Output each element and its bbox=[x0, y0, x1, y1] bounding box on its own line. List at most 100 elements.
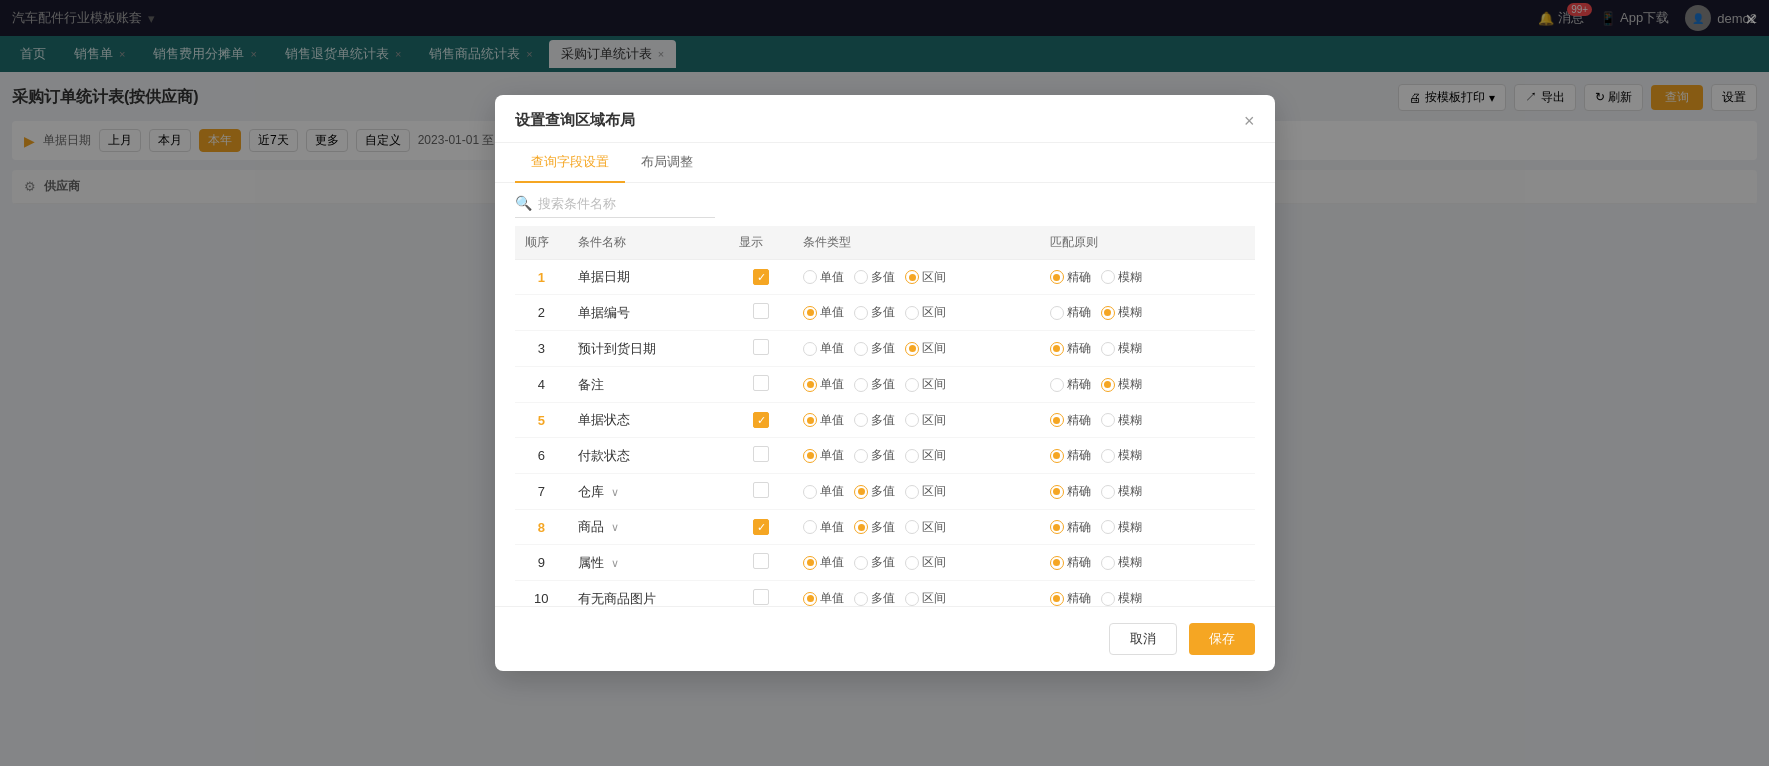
type-radio-multi[interactable]: 多值 bbox=[854, 519, 895, 536]
config-table-wrapper: 顺序 条件名称 显示 条件类型 匹配原则 1单据日期单值多值区间精确模糊2单据编… bbox=[495, 226, 1275, 606]
type-radio-range[interactable]: 区间 bbox=[905, 554, 946, 571]
cell-type: 单值多值区间 bbox=[793, 474, 1040, 510]
match-radio-fuzzy[interactable]: 模糊 bbox=[1101, 519, 1142, 536]
type-radio-multi[interactable]: 多值 bbox=[854, 376, 895, 393]
radio-btn-icon bbox=[1050, 592, 1064, 606]
type-radio-single[interactable]: 单值 bbox=[803, 376, 844, 393]
type-radio-single[interactable]: 单值 bbox=[803, 269, 844, 286]
type-radio-range[interactable]: 区间 bbox=[905, 483, 946, 500]
type-radio-range[interactable]: 区间 bbox=[905, 304, 946, 321]
radio-btn-icon bbox=[1050, 378, 1064, 392]
show-checkbox[interactable] bbox=[753, 589, 769, 605]
type-radio-multi[interactable]: 多值 bbox=[854, 590, 895, 606]
match-radio-exact[interactable]: 精确 bbox=[1050, 519, 1091, 536]
show-checkbox[interactable] bbox=[753, 339, 769, 355]
match-radio-fuzzy[interactable]: 模糊 bbox=[1101, 447, 1142, 464]
match-radio-exact[interactable]: 精确 bbox=[1050, 376, 1091, 393]
type-radio-multi[interactable]: 多值 bbox=[854, 340, 895, 357]
cell-show[interactable] bbox=[729, 438, 793, 474]
match-radio-exact[interactable]: 精确 bbox=[1050, 554, 1091, 571]
type-radio-single[interactable]: 单值 bbox=[803, 447, 844, 464]
type-radio-single[interactable]: 单值 bbox=[803, 590, 844, 606]
type-radio-range[interactable]: 区间 bbox=[905, 519, 946, 536]
modal-tab-query-fields[interactable]: 查询字段设置 bbox=[515, 143, 625, 183]
cell-show[interactable] bbox=[729, 260, 793, 295]
cell-show[interactable] bbox=[729, 545, 793, 581]
cell-show[interactable] bbox=[729, 403, 793, 438]
top-close-button[interactable]: × bbox=[1745, 8, 1757, 31]
radio-btn-icon bbox=[1101, 378, 1115, 392]
match-radio-exact[interactable]: 精确 bbox=[1050, 412, 1091, 429]
search-icon: 🔍 bbox=[515, 195, 532, 211]
match-radio-exact[interactable]: 精确 bbox=[1050, 340, 1091, 357]
cell-order: 7 bbox=[515, 474, 569, 510]
type-radio-multi[interactable]: 多值 bbox=[854, 304, 895, 321]
match-radio-exact[interactable]: 精确 bbox=[1050, 447, 1091, 464]
save-button[interactable]: 保存 bbox=[1189, 623, 1255, 655]
show-checkbox[interactable] bbox=[753, 482, 769, 498]
cell-match: 精确模糊 bbox=[1040, 581, 1255, 607]
cell-type: 单值多值区间 bbox=[793, 260, 1040, 295]
cell-show[interactable] bbox=[729, 295, 793, 331]
match-radio-fuzzy[interactable]: 模糊 bbox=[1101, 376, 1142, 393]
type-radio-multi[interactable]: 多值 bbox=[854, 554, 895, 571]
cell-match: 精确模糊 bbox=[1040, 510, 1255, 545]
cell-name: 仓库 ∨ bbox=[568, 474, 729, 510]
match-radio-fuzzy[interactable]: 模糊 bbox=[1101, 590, 1142, 606]
match-radio-fuzzy[interactable]: 模糊 bbox=[1101, 269, 1142, 286]
match-radio-fuzzy[interactable]: 模糊 bbox=[1101, 554, 1142, 571]
modal-close-button[interactable]: × bbox=[1244, 112, 1255, 130]
show-checkbox[interactable] bbox=[753, 446, 769, 462]
radio-btn-icon bbox=[1050, 413, 1064, 427]
cell-show[interactable] bbox=[729, 367, 793, 403]
type-radio-single[interactable]: 单值 bbox=[803, 554, 844, 571]
match-radio-fuzzy[interactable]: 模糊 bbox=[1101, 483, 1142, 500]
cell-show[interactable] bbox=[729, 581, 793, 607]
type-radio-single[interactable]: 单值 bbox=[803, 519, 844, 536]
match-radio-fuzzy[interactable]: 模糊 bbox=[1101, 412, 1142, 429]
cell-show[interactable] bbox=[729, 331, 793, 367]
show-checkbox[interactable] bbox=[753, 553, 769, 569]
type-radio-range[interactable]: 区间 bbox=[905, 412, 946, 429]
type-radio-range[interactable]: 区间 bbox=[905, 340, 946, 357]
radio-btn-icon bbox=[803, 592, 817, 606]
show-checkbox[interactable] bbox=[753, 303, 769, 319]
type-radio-range[interactable]: 区间 bbox=[905, 590, 946, 606]
modal-title: 设置查询区域布局 bbox=[515, 111, 635, 130]
cell-show[interactable] bbox=[729, 510, 793, 545]
type-radio-multi[interactable]: 多值 bbox=[854, 483, 895, 500]
th-name: 条件名称 bbox=[568, 226, 729, 260]
match-radio-exact[interactable]: 精确 bbox=[1050, 590, 1091, 606]
match-radio-exact[interactable]: 精确 bbox=[1050, 304, 1091, 321]
type-radio-range[interactable]: 区间 bbox=[905, 269, 946, 286]
type-radio-multi[interactable]: 多值 bbox=[854, 269, 895, 286]
cell-order: 1 bbox=[515, 260, 569, 295]
type-radio-multi[interactable]: 多值 bbox=[854, 412, 895, 429]
show-checkbox[interactable] bbox=[753, 269, 769, 285]
type-radio-range[interactable]: 区间 bbox=[905, 376, 946, 393]
show-checkbox[interactable] bbox=[753, 375, 769, 391]
table-row: 1单据日期单值多值区间精确模糊 bbox=[515, 260, 1255, 295]
cell-order: 8 bbox=[515, 510, 569, 545]
cancel-button[interactable]: 取消 bbox=[1109, 623, 1177, 655]
cell-name: 商品 ∨ bbox=[568, 510, 729, 545]
radio-btn-icon bbox=[803, 342, 817, 356]
search-input[interactable] bbox=[538, 196, 698, 211]
cell-type: 单值多值区间 bbox=[793, 438, 1040, 474]
radio-btn-icon bbox=[803, 378, 817, 392]
show-checkbox[interactable] bbox=[753, 519, 769, 535]
show-checkbox[interactable] bbox=[753, 412, 769, 428]
match-radio-exact[interactable]: 精确 bbox=[1050, 269, 1091, 286]
type-radio-single[interactable]: 单值 bbox=[803, 340, 844, 357]
match-radio-exact[interactable]: 精确 bbox=[1050, 483, 1091, 500]
type-radio-single[interactable]: 单值 bbox=[803, 483, 844, 500]
match-radio-fuzzy[interactable]: 模糊 bbox=[1101, 340, 1142, 357]
modal-header: 设置查询区域布局 × bbox=[495, 95, 1275, 143]
type-radio-range[interactable]: 区间 bbox=[905, 447, 946, 464]
match-radio-fuzzy[interactable]: 模糊 bbox=[1101, 304, 1142, 321]
type-radio-multi[interactable]: 多值 bbox=[854, 447, 895, 464]
cell-show[interactable] bbox=[729, 474, 793, 510]
modal-tab-layout[interactable]: 布局调整 bbox=[625, 143, 709, 183]
type-radio-single[interactable]: 单值 bbox=[803, 304, 844, 321]
type-radio-single[interactable]: 单值 bbox=[803, 412, 844, 429]
